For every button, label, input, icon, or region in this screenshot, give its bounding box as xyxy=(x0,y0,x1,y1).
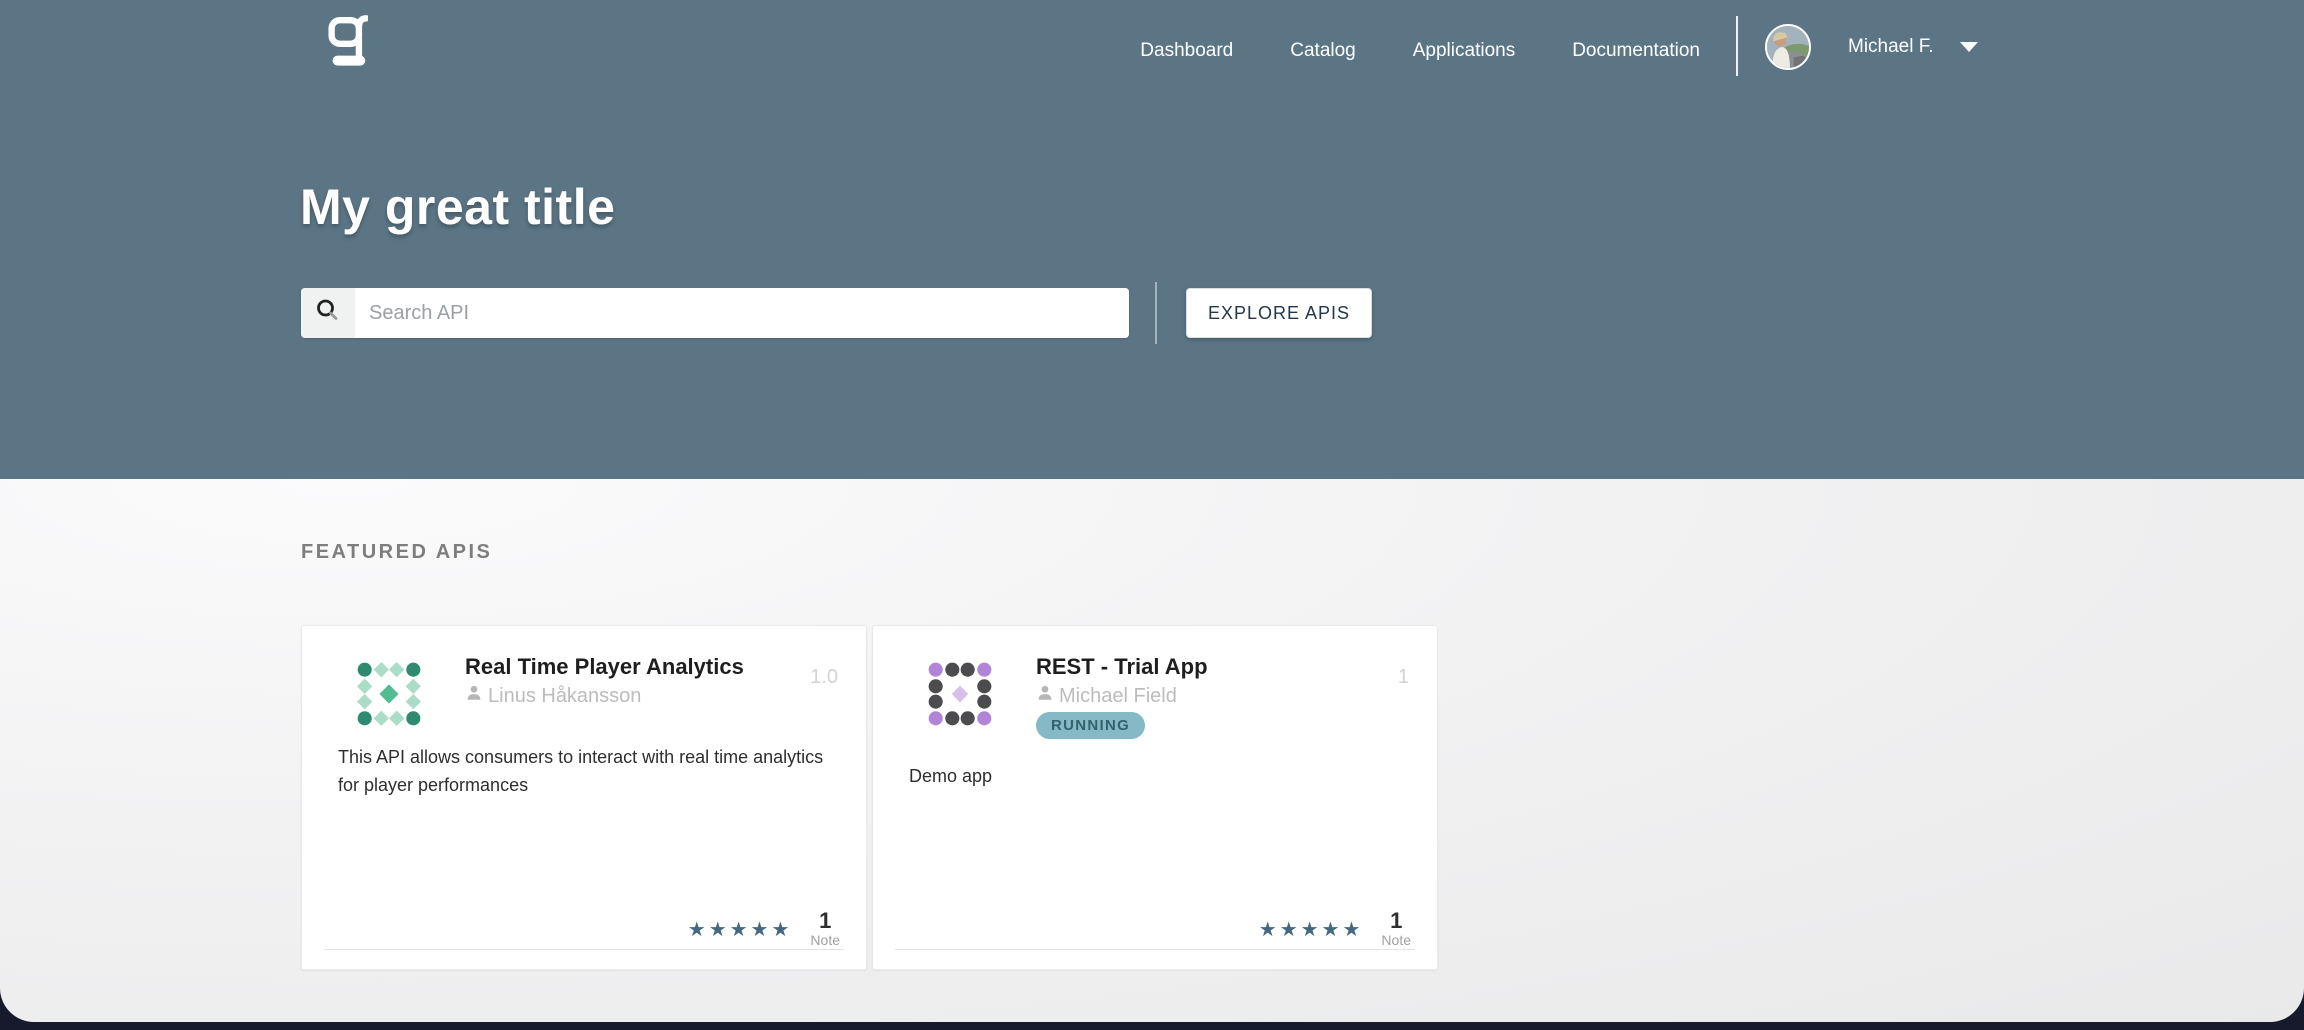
featured-cards: Real Time Player Analytics 1.0 Linus Håk… xyxy=(301,625,1438,970)
note-label: Note xyxy=(1381,932,1411,948)
api-title: REST - Trial App xyxy=(1036,654,1208,679)
page-title: My great title xyxy=(300,179,616,235)
api-owner-name: Michael Field xyxy=(1059,684,1177,707)
green-diamond-grid-icon xyxy=(357,662,421,731)
note-count-block: 1 Note xyxy=(1381,908,1411,949)
search-icon-box xyxy=(301,288,355,338)
nav-item-applications[interactable]: Applications xyxy=(1413,40,1515,62)
user-name: Michael F. xyxy=(1848,36,1934,57)
api-description: Demo app xyxy=(909,766,993,786)
top-navigation: Dashboard Catalog Applications Documenta… xyxy=(1140,40,1700,62)
api-description: This API allows consumers to interact wi… xyxy=(338,747,824,795)
note-count: 1 xyxy=(1390,908,1403,933)
api-owner-name: Linus Håkansson xyxy=(488,684,642,707)
api-search-bar xyxy=(301,288,1129,338)
search-icon xyxy=(315,298,341,329)
search-input[interactable] xyxy=(355,288,1129,338)
person-icon xyxy=(1036,684,1054,708)
gravitee-logo-icon xyxy=(328,15,370,74)
nav-user-divider xyxy=(1736,16,1738,76)
star-rating-icons: ★★★★★ xyxy=(687,918,793,941)
purple-dot-grid-icon xyxy=(928,662,992,731)
nav-item-catalog[interactable]: Catalog xyxy=(1290,40,1356,62)
user-menu[interactable]: Michael F. xyxy=(1765,24,1978,70)
note-count-block: 1 Note xyxy=(810,908,840,949)
api-owner: Linus Håkansson xyxy=(465,684,641,708)
nav-item-dashboard[interactable]: Dashboard xyxy=(1140,40,1233,62)
api-card-real-time-player-analytics[interactable]: Real Time Player Analytics 1.0 Linus Håk… xyxy=(301,625,867,970)
star-rating-icons: ★★★★★ xyxy=(1258,918,1364,941)
main-section: FEATURED APIS Real Time Player Analytics… xyxy=(0,479,2304,1022)
dark-base-strip xyxy=(0,1022,2304,1030)
nav-item-documentation[interactable]: Documentation xyxy=(1572,40,1700,62)
note-label: Note xyxy=(810,932,840,948)
status-badge: RUNNING xyxy=(1036,712,1146,739)
note-count: 1 xyxy=(819,908,832,933)
api-version: 1.0 xyxy=(810,666,838,688)
api-rating: ★★★★★ 1 Note xyxy=(1258,908,1411,949)
avatar xyxy=(1765,24,1811,70)
api-owner: Michael Field xyxy=(1036,684,1177,708)
person-icon xyxy=(465,684,483,708)
explore-apis-button[interactable]: EXPLORE APIS xyxy=(1186,288,1372,338)
chevron-down-icon xyxy=(1959,42,1978,52)
card-footer-divider xyxy=(324,949,844,950)
featured-apis-heading: FEATURED APIS xyxy=(301,541,493,563)
hero-section: Dashboard Catalog Applications Documenta… xyxy=(0,0,2304,479)
card-footer-divider xyxy=(895,949,1415,950)
api-rating: ★★★★★ 1 Note xyxy=(687,908,840,949)
content-sheet: Dashboard Catalog Applications Documenta… xyxy=(0,0,2304,1022)
api-title: Real Time Player Analytics xyxy=(465,654,744,679)
api-version: 1 xyxy=(1397,666,1409,688)
search-button-divider xyxy=(1155,282,1157,344)
api-card-rest-trial-app[interactable]: REST - Trial App 1 Michael Field RUNNING… xyxy=(872,625,1438,970)
brand-logo[interactable] xyxy=(328,14,370,75)
